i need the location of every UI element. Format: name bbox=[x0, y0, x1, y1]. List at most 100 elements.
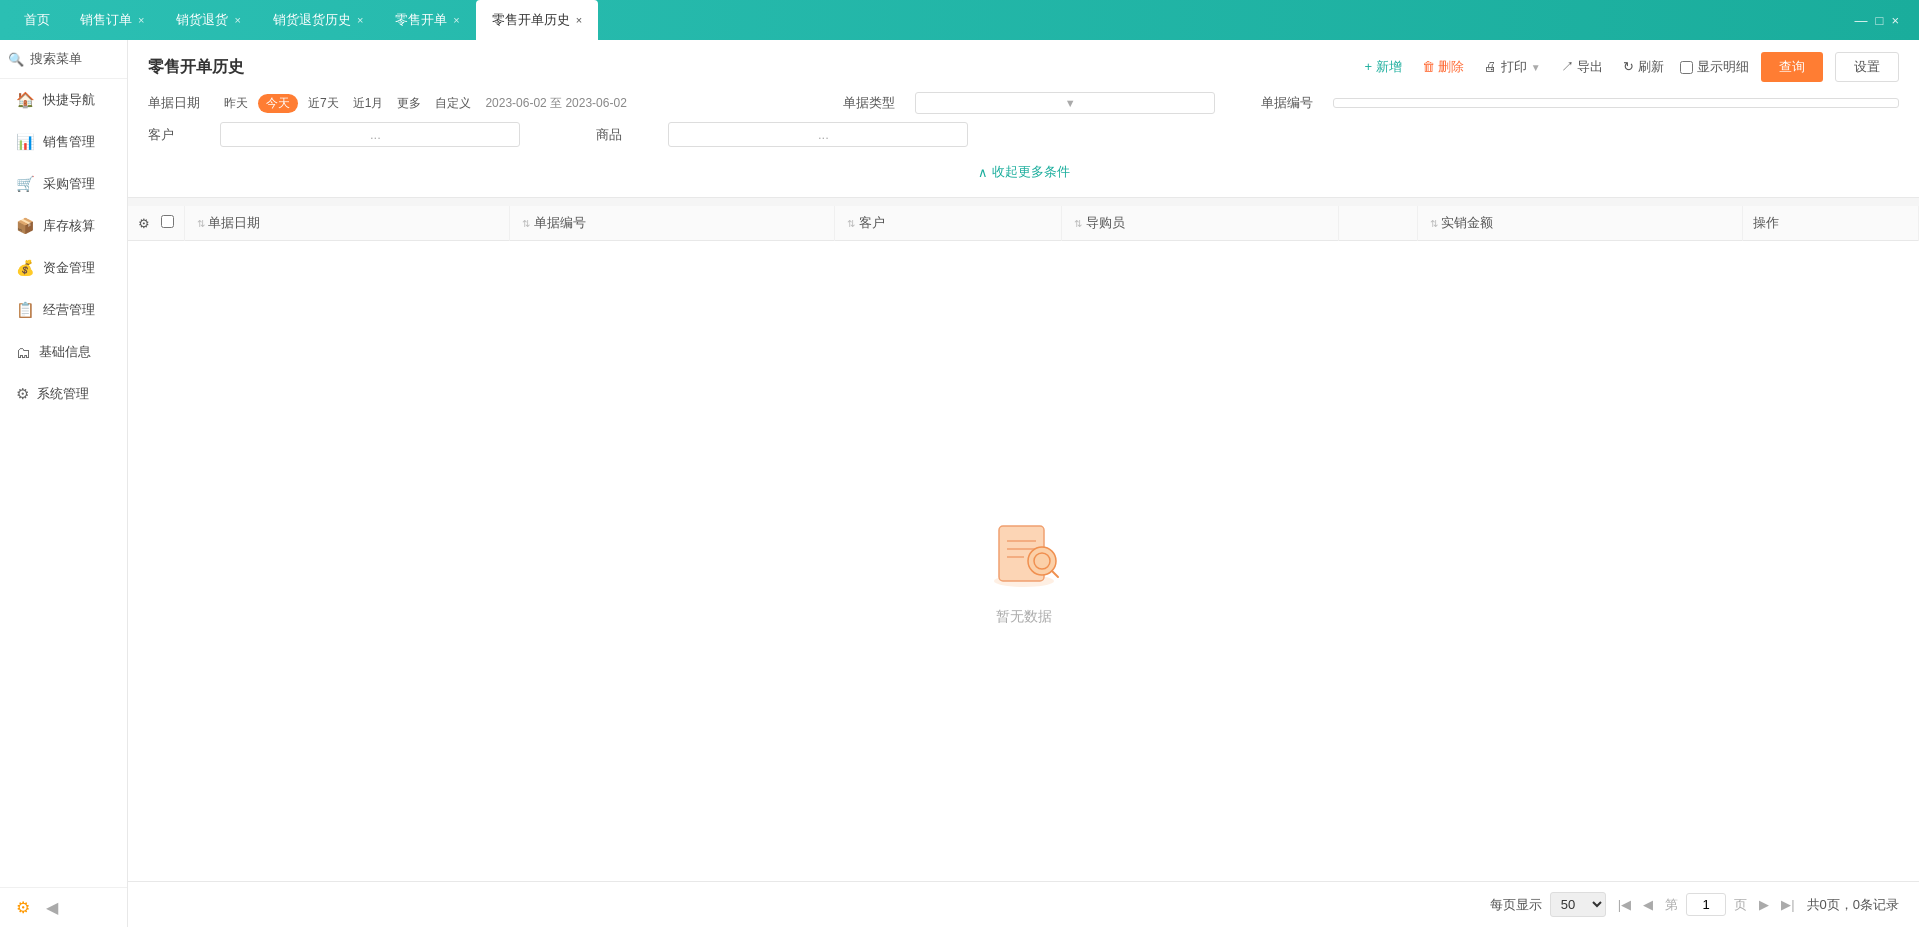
prev-page-button[interactable]: ◀ bbox=[1639, 895, 1657, 914]
delete-button[interactable]: 🗑 删除 bbox=[1418, 56, 1469, 78]
management-icon: 📋 bbox=[16, 301, 35, 319]
sidebar-item-finance-label: 资金管理 bbox=[43, 259, 95, 277]
tab-sales-order-label: 销售订单 bbox=[80, 11, 132, 29]
type-filter-select[interactable]: ▼ bbox=[915, 92, 1215, 114]
close-button[interactable]: × bbox=[1891, 13, 1899, 28]
tab-return-history[interactable]: 销货退货历史 × bbox=[257, 0, 379, 40]
pagination-nav: |◀ ◀ 第 页 ▶ ▶| bbox=[1614, 893, 1799, 916]
table-settings-icon[interactable]: ⚙ bbox=[138, 216, 150, 231]
date-more[interactable]: 更多 bbox=[393, 94, 425, 113]
table-col-salesperson[interactable]: ⇅ 导购员 bbox=[1062, 206, 1338, 241]
tab-sales-order[interactable]: 销售订单 × bbox=[64, 0, 160, 40]
date-7days[interactable]: 近7天 bbox=[304, 94, 343, 113]
finance-icon: 💰 bbox=[16, 259, 35, 277]
sidebar-item-management-label: 经营管理 bbox=[43, 301, 95, 319]
sidebar-item-system[interactable]: ⚙ 系统管理 bbox=[0, 373, 127, 415]
goods-filter-input[interactable]: ... bbox=[668, 122, 968, 147]
refresh-button-label: ↻ 刷新 bbox=[1623, 58, 1664, 76]
type-filter-arrow-icon: ▼ bbox=[1065, 97, 1206, 109]
tab-retail-order-history[interactable]: 零售开单历史 × bbox=[476, 0, 598, 40]
print-button[interactable]: 🖨 打印 ▼ bbox=[1480, 56, 1545, 78]
per-page-select[interactable]: 50 100 200 bbox=[1550, 892, 1606, 917]
goods-filter-label: 商品 bbox=[596, 126, 652, 144]
tab-home[interactable]: 首页 bbox=[10, 0, 64, 40]
tab-sales-order-close[interactable]: × bbox=[138, 14, 144, 26]
date-today[interactable]: 今天 bbox=[258, 94, 298, 113]
tab-return-history-close[interactable]: × bbox=[357, 14, 363, 26]
tab-return-close[interactable]: × bbox=[234, 14, 240, 26]
export-button[interactable]: ↗ 导出 bbox=[1557, 56, 1608, 78]
date-sort-icon: ⇅ bbox=[197, 218, 205, 229]
refresh-button[interactable]: ↻ 刷新 bbox=[1619, 56, 1668, 78]
sidebar-search-label: 搜索菜单 bbox=[30, 50, 82, 68]
sidebar-item-sales[interactable]: 📊 销售管理 bbox=[0, 121, 127, 163]
tab-retail-order-history-close[interactable]: × bbox=[576, 14, 582, 26]
sidebar-item-sales-label: 销售管理 bbox=[43, 133, 95, 151]
settings-bottom-icon[interactable]: ⚙ bbox=[16, 898, 30, 917]
tab-return-label: 销货退货 bbox=[176, 11, 228, 29]
tab-return[interactable]: 销货退货 × bbox=[160, 0, 256, 40]
collapse-label: 收起更多条件 bbox=[992, 163, 1070, 181]
table-col-date[interactable]: ⇅ 单据日期 bbox=[184, 206, 509, 241]
minimize-button[interactable]: — bbox=[1855, 13, 1868, 28]
new-button-label: + 新增 bbox=[1364, 58, 1401, 76]
collapse-button[interactable]: ∧ 收起更多条件 bbox=[978, 163, 1070, 181]
number-sort-icon: ⇅ bbox=[522, 218, 530, 229]
tab-retail-order-close[interactable]: × bbox=[453, 14, 459, 26]
per-page-label: 每页显示 bbox=[1490, 896, 1542, 914]
sidebar-item-finance[interactable]: 💰 资金管理 bbox=[0, 247, 127, 289]
page-suffix: 页 bbox=[1730, 894, 1751, 916]
goods-filter-dots: ... bbox=[818, 127, 959, 142]
empty-text: 暂无数据 bbox=[996, 608, 1052, 626]
customer-filter-label: 客户 bbox=[148, 126, 204, 144]
empty-state: 暂无数据 bbox=[128, 241, 1919, 881]
table-col-amount[interactable]: ⇅ 实销金额 bbox=[1417, 206, 1742, 241]
date-range-display: 2023-06-02 至 2023-06-02 bbox=[485, 95, 626, 112]
page-label: 第 bbox=[1661, 894, 1682, 916]
sidebar-search[interactable]: 🔍 搜索菜单 bbox=[0, 40, 127, 79]
amount-sort-icon: ⇅ bbox=[1430, 218, 1438, 229]
select-all-checkbox[interactable] bbox=[161, 215, 174, 228]
new-button[interactable]: + 新增 bbox=[1360, 56, 1405, 78]
filter-row-1: 单据日期 昨天 今天 近7天 近1月 更多 自定义 2023-06-02 至 2… bbox=[148, 92, 1899, 114]
show-detail-label: 显示明细 bbox=[1697, 58, 1749, 76]
sidebar-bottom: ⚙ ◀ bbox=[0, 887, 127, 927]
page-number-input[interactable] bbox=[1686, 893, 1726, 916]
sidebar-item-system-label: 系统管理 bbox=[37, 385, 89, 403]
customer-filter-input[interactable]: ... bbox=[220, 122, 520, 147]
print-dropdown-icon[interactable]: ▼ bbox=[1531, 62, 1541, 73]
sales-icon: 📊 bbox=[16, 133, 35, 151]
tab-retail-order[interactable]: 零售开单 × bbox=[379, 0, 475, 40]
table-container: ⚙ ⇅ 单据日期 ⇅ 单据编号 bbox=[128, 206, 1919, 927]
show-detail-checkbox-label[interactable]: 显示明细 bbox=[1680, 58, 1749, 76]
date-1month[interactable]: 近1月 bbox=[349, 94, 388, 113]
sidebar-item-management[interactable]: 📋 经营管理 bbox=[0, 289, 127, 331]
date-yesterday[interactable]: 昨天 bbox=[220, 94, 252, 113]
show-detail-checkbox[interactable] bbox=[1680, 61, 1693, 74]
print-button-label: 🖨 打印 bbox=[1484, 58, 1527, 76]
table-col-number[interactable]: ⇅ 单据编号 bbox=[509, 206, 834, 241]
col-action-label: 操作 bbox=[1753, 215, 1779, 230]
id-filter-input[interactable] bbox=[1333, 98, 1899, 108]
first-page-button[interactable]: |◀ bbox=[1614, 895, 1635, 914]
base-info-icon: 🗂 bbox=[16, 344, 31, 361]
system-icon: ⚙ bbox=[16, 385, 29, 403]
date-custom[interactable]: 自定义 bbox=[431, 94, 475, 113]
settings-button[interactable]: 设置 bbox=[1835, 52, 1899, 82]
next-page-button[interactable]: ▶ bbox=[1755, 895, 1773, 914]
sidebar-item-purchase[interactable]: 🛒 采购管理 bbox=[0, 163, 127, 205]
restore-button[interactable]: □ bbox=[1876, 13, 1884, 28]
sidebar-item-inventory[interactable]: 📦 库存核算 bbox=[0, 205, 127, 247]
query-button[interactable]: 查询 bbox=[1761, 52, 1823, 82]
table-col-settings: ⚙ bbox=[128, 206, 184, 241]
last-page-button[interactable]: ▶| bbox=[1777, 895, 1798, 914]
sidebar-item-purchase-label: 采购管理 bbox=[43, 175, 95, 193]
sidebar-item-base-info[interactable]: 🗂 基础信息 bbox=[0, 331, 127, 373]
table-col-spacer bbox=[1338, 206, 1417, 241]
col-date-label: 单据日期 bbox=[208, 215, 260, 230]
table-col-customer[interactable]: ⇅ 客户 bbox=[834, 206, 1061, 241]
collapse-sidebar-icon[interactable]: ◀ bbox=[46, 898, 58, 917]
sidebar-item-quick-nav[interactable]: 🏠 快捷导航 bbox=[0, 79, 127, 121]
home-icon: 🏠 bbox=[16, 91, 35, 109]
export-button-label: ↗ 导出 bbox=[1561, 58, 1604, 76]
